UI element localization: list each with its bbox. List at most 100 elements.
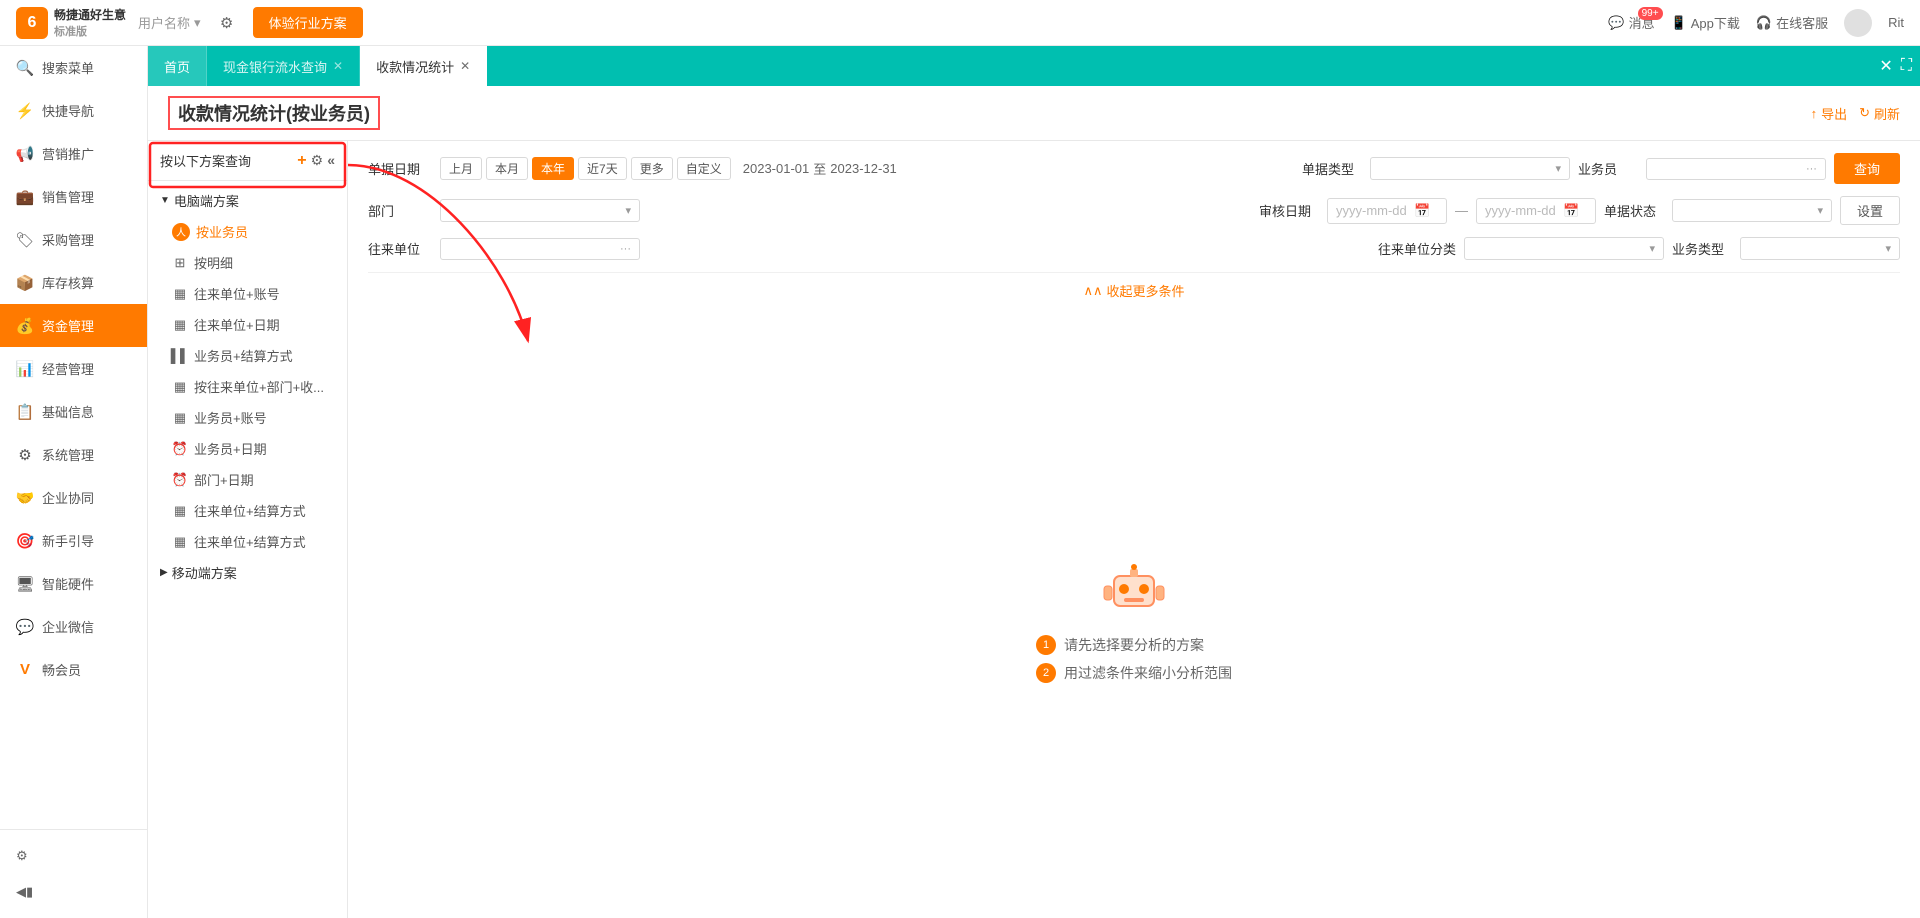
sidebar-item-purchase[interactable]: 🏷 采购管理 bbox=[0, 218, 147, 261]
download-icon: 📱 bbox=[1671, 15, 1687, 31]
tab-bank[interactable]: 现金银行流水查询 ✕ bbox=[207, 46, 360, 86]
scheme-item-label-staff-settlement: 业务员+结算方式 bbox=[194, 346, 293, 365]
config-scheme-btn[interactable]: ⚙ bbox=[311, 152, 324, 170]
collapse-label: 收起更多条件 bbox=[1107, 281, 1185, 300]
sidebar-item-operation[interactable]: 📊 经营管理 bbox=[0, 347, 147, 390]
corp-icon: 🤝 bbox=[16, 489, 34, 507]
prev-month-btn[interactable]: 上月 bbox=[440, 157, 482, 180]
biz-type-select[interactable]: ▾ bbox=[1740, 237, 1900, 260]
tab-bank-close[interactable]: ✕ bbox=[333, 59, 343, 73]
empty-step-2: 2 用过滤条件来缩小分析范围 bbox=[1036, 659, 1232, 687]
staff-more-icon: ··· bbox=[1806, 163, 1817, 175]
tab-maximize[interactable]: ⛶ bbox=[1901, 57, 1912, 75]
scheme-item-by-staff[interactable]: 人 按业务员 bbox=[148, 216, 347, 247]
sidebar-item-inventory[interactable]: 📦 库存核算 bbox=[0, 261, 147, 304]
app-download-label: App下载 bbox=[1691, 13, 1740, 32]
app-download-area[interactable]: 📱 App下载 bbox=[1671, 13, 1740, 32]
scheme-item-label-pdr: 按往来单位+部门+收... bbox=[194, 377, 324, 396]
review-date-from[interactable]: yyyy-mm-dd 📅 bbox=[1327, 198, 1447, 224]
sidebar-collapse-btn[interactable]: ◀▮ bbox=[0, 874, 147, 910]
partner-category-select[interactable]: ▾ bbox=[1464, 237, 1664, 260]
scheme-list: ▼ 电脑端方案 人 按业务员 ⊞ 按明细 ▦ 往 bbox=[148, 181, 347, 918]
tab-bar: 首页 现金银行流水查询 ✕ 收款情况统计 ✕ ✕ ⛶ bbox=[148, 46, 1920, 86]
filter-row-2: 部门 ▾ 审核日期 yyyy-mm-dd 📅 — bbox=[368, 196, 1900, 225]
scheme-item-dept-date[interactable]: ⏰ 部门+日期 bbox=[148, 464, 347, 495]
group-arrow-down: ▼ bbox=[160, 195, 170, 206]
scheme-group-mobile-header[interactable]: ▶ 移动端方案 bbox=[148, 557, 347, 588]
partner-select[interactable]: ··· bbox=[440, 238, 640, 260]
tab-home[interactable]: 首页 bbox=[148, 46, 207, 86]
sidebar-item-search[interactable]: 🔍 搜索菜单 bbox=[0, 46, 147, 89]
scheme-item-by-detail[interactable]: ⊞ 按明细 bbox=[148, 247, 347, 278]
guide-icon: 🎯 bbox=[16, 532, 34, 550]
search-icon: 🔍 bbox=[16, 59, 34, 77]
doc-status-select[interactable]: ▾ bbox=[1672, 199, 1832, 222]
this-month-btn[interactable]: 本月 bbox=[486, 157, 528, 180]
online-service-area[interactable]: 🎧 在线客服 bbox=[1756, 13, 1828, 32]
last7-btn[interactable]: 近7天 bbox=[578, 157, 627, 180]
scheme-item-partner-settlement1[interactable]: ▦ 往来单位+结算方式 bbox=[148, 495, 347, 526]
refresh-btn[interactable]: ↻ 刷新 bbox=[1859, 104, 1900, 123]
collapse-scheme-btn[interactable]: « bbox=[327, 152, 335, 170]
sidebar-item-hardware[interactable]: 🖥 智能硬件 bbox=[0, 562, 147, 605]
sidebar-label-operation: 经营管理 bbox=[42, 359, 94, 378]
sidebar-label-sales: 销售管理 bbox=[42, 187, 94, 206]
date-shortcuts: 上月 本月 本年 近7天 更多 自定义 bbox=[440, 157, 731, 180]
breadcrumb-separator: ▾ bbox=[194, 15, 201, 31]
sidebar-label-finance: 资金管理 bbox=[42, 316, 94, 335]
scheme-item-partner-settlement2[interactable]: ▦ 往来单位+结算方式 bbox=[148, 526, 347, 557]
dept-select[interactable]: ▾ bbox=[440, 199, 640, 222]
step-2-num: 2 bbox=[1036, 663, 1056, 683]
staff-select[interactable]: ··· bbox=[1646, 158, 1826, 180]
query-btn[interactable]: 查询 bbox=[1834, 153, 1900, 184]
message-icon: 💬 bbox=[1608, 15, 1624, 31]
filter-row-3: 往来单位 ··· 往来单位分类 ▾ 业务类型 bbox=[368, 237, 1900, 260]
more-date-btn[interactable]: 更多 bbox=[631, 157, 673, 180]
scheme-item-partner-account[interactable]: ▦ 往来单位+账号 bbox=[148, 278, 347, 309]
sidebar-item-corp[interactable]: 🤝 企业协同 bbox=[0, 476, 147, 519]
review-date-to[interactable]: yyyy-mm-dd 📅 bbox=[1476, 198, 1596, 224]
sidebar-item-basic[interactable]: 📋 基础信息 bbox=[0, 390, 147, 433]
scheme-item-partner-date[interactable]: ▦ 往来单位+日期 bbox=[148, 309, 347, 340]
scheme-group-desktop: ▼ 电脑端方案 人 按业务员 ⊞ 按明细 ▦ 往 bbox=[148, 185, 347, 557]
sidebar-label-purchase: 采购管理 bbox=[42, 230, 94, 249]
gear-button[interactable]: ⚙ bbox=[213, 9, 241, 37]
add-scheme-btn[interactable]: + bbox=[297, 152, 306, 170]
empty-robot-icon bbox=[1094, 551, 1174, 631]
scheme-item-partner-dept-receipt[interactable]: ▦ 按往来单位+部门+收... bbox=[148, 371, 347, 402]
filter-row-1: 单据日期 上月 本月 本年 近7天 更多 自定义 2023-01-01 至 bbox=[368, 153, 1900, 184]
custom-date-btn[interactable]: 自定义 bbox=[677, 157, 731, 180]
user-avatar[interactable] bbox=[1844, 9, 1872, 37]
collapse-more-btn[interactable]: ∧∧ 收起更多条件 bbox=[368, 272, 1900, 308]
sidebar-item-wechat[interactable]: 💬 企业微信 bbox=[0, 605, 147, 648]
breadcrumb-text: 用户名称 bbox=[138, 13, 190, 32]
this-year-btn[interactable]: 本年 bbox=[532, 157, 574, 180]
grid-icon-ps2: ▦ bbox=[172, 534, 188, 550]
sidebar-item-system[interactable]: ⚙ 系统管理 bbox=[0, 433, 147, 476]
export-label: 导出 bbox=[1821, 104, 1847, 123]
scheme-group-desktop-header[interactable]: ▼ 电脑端方案 bbox=[148, 185, 347, 216]
sidebar-item-member[interactable]: V 畅会员 bbox=[0, 648, 147, 691]
sidebar-item-guide[interactable]: 🎯 新手引导 bbox=[0, 519, 147, 562]
sidebar-item-quick-nav[interactable]: ⚡ 快捷导航 bbox=[0, 89, 147, 132]
tab-receipt[interactable]: 收款情况统计 ✕ bbox=[360, 46, 487, 86]
sidebar-item-sales[interactable]: 💼 销售管理 bbox=[0, 175, 147, 218]
refresh-icon: ↻ bbox=[1859, 105, 1870, 121]
sidebar-item-finance[interactable]: 💰 资金管理 bbox=[0, 304, 147, 347]
tab-receipt-close[interactable]: ✕ bbox=[460, 59, 470, 73]
doc-type-label: 单据类型 bbox=[1302, 159, 1362, 178]
doc-type-select[interactable]: ▾ bbox=[1370, 157, 1570, 180]
scheme-item-staff-account[interactable]: ▦ 业务员+账号 bbox=[148, 402, 347, 433]
wechat-icon: 💬 bbox=[16, 618, 34, 636]
scheme-item-staff-settlement[interactable]: ▌▌ 业务员+结算方式 bbox=[148, 340, 347, 371]
refresh-label: 刷新 bbox=[1874, 104, 1900, 123]
export-btn[interactable]: ↑ 导出 bbox=[1811, 104, 1848, 123]
message-area[interactable]: 💬 消息 99+ bbox=[1608, 13, 1654, 32]
setting-btn[interactable]: 设置 bbox=[1840, 196, 1900, 225]
sidebar-settings-btn[interactable]: ⚙ bbox=[0, 838, 147, 874]
trial-button[interactable]: 体验行业方案 bbox=[253, 7, 363, 38]
sidebar-item-marketing[interactable]: 📢 营销推广 bbox=[0, 132, 147, 175]
tab-close-all[interactable]: ✕ bbox=[1879, 56, 1892, 76]
sidebar-label-quick-nav: 快捷导航 bbox=[42, 101, 94, 120]
scheme-item-staff-date[interactable]: ⏰ 业务员+日期 bbox=[148, 433, 347, 464]
